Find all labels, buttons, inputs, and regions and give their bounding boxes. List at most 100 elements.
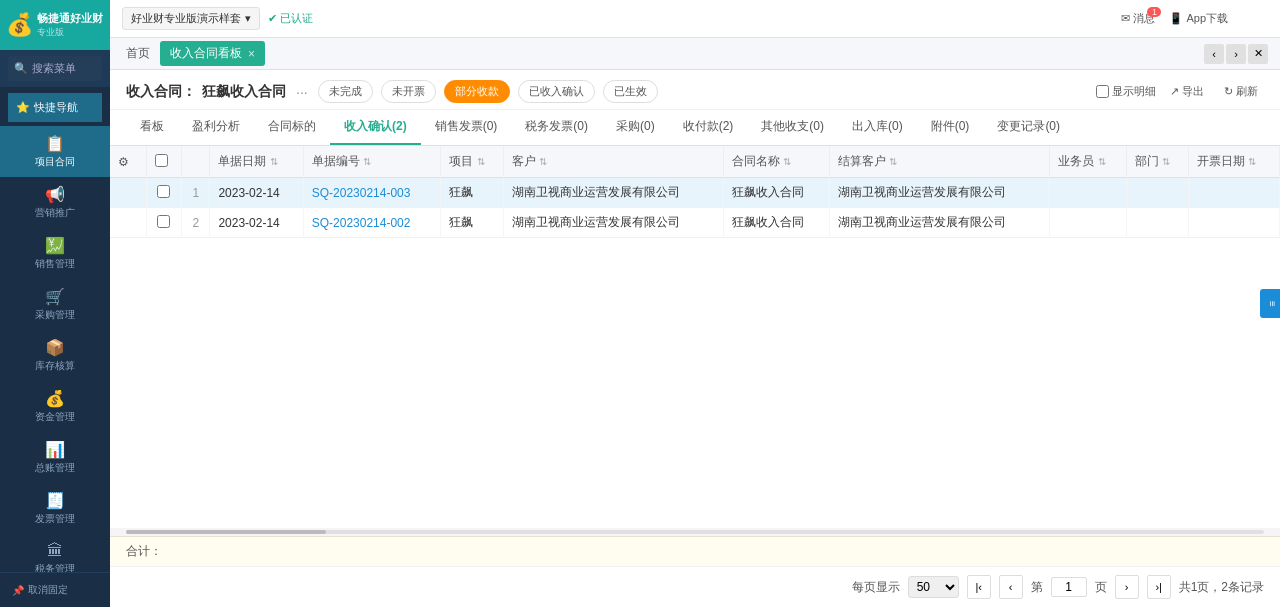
status-btn-1[interactable]: 未开票: [381, 80, 436, 103]
contract-sort-icon[interactable]: ⇅: [783, 156, 791, 167]
page-size-select[interactable]: 50 100 200: [908, 576, 959, 598]
more-button[interactable]: ···: [296, 84, 308, 100]
subtab-9[interactable]: 出入库(0): [838, 110, 917, 145]
settle-column-header: 结算客户 ⇅: [829, 146, 1049, 178]
row-num-cell: 2: [182, 208, 210, 238]
export-button[interactable]: ↗ 导出: [1164, 81, 1210, 102]
subtab-7[interactable]: 收付款(2): [669, 110, 748, 145]
quick-nav-button[interactable]: ⭐ 快捷导航: [8, 93, 102, 122]
date-sort-icon[interactable]: ⇅: [270, 156, 278, 167]
sidebar-icon-0: 📋: [45, 134, 65, 153]
sidebar-item-项目合同[interactable]: 📋项目合同: [0, 126, 110, 177]
project-cell: 狂飙: [441, 178, 503, 208]
billno-link-0[interactable]: SQ-20230214-003: [312, 186, 411, 200]
sidebar-item-发票管理[interactable]: 🧾 发票管理: [0, 483, 110, 534]
billno-sort-icon[interactable]: ⇅: [363, 156, 371, 167]
tab-close-all-button[interactable]: ✕: [1248, 44, 1268, 64]
select-all-checkbox[interactable]: [155, 154, 168, 167]
subtab-0[interactable]: 看板: [126, 110, 178, 145]
status-btn-0[interactable]: 未完成: [318, 80, 373, 103]
status-btn-3[interactable]: 已收入确认: [518, 80, 595, 103]
home-tab[interactable]: 首页: [122, 39, 154, 68]
checkbox-cell[interactable]: [146, 208, 182, 238]
settle-sort-icon[interactable]: ⇅: [889, 156, 897, 167]
sidebar-item-税务管理[interactable]: 🏛税务管理: [0, 534, 110, 572]
subtab-1[interactable]: 盈利分析: [178, 110, 254, 145]
main-area: 好业财专业版演示样套 ▾ ✔ 已认证 ✉ 消息 1 📱 App下载 珠珠: [110, 0, 1280, 607]
billno-cell: SQ-20230214-003: [303, 178, 441, 208]
billno-link-1[interactable]: SQ-20230214-002: [312, 216, 411, 230]
sidebar-item-采购管理[interactable]: 🛒采购管理: [0, 279, 110, 330]
prev-page-button[interactable]: ‹: [999, 575, 1023, 599]
customer-sort-icon[interactable]: ⇅: [539, 156, 547, 167]
row-num-cell: 1: [182, 178, 210, 208]
salesperson-sort-icon[interactable]: ⇅: [1098, 156, 1106, 167]
dept-cell: [1126, 208, 1188, 238]
sidebar-icon-4: 📦: [45, 338, 65, 357]
subtab-5[interactable]: 税务发票(0): [511, 110, 602, 145]
project-sort-icon[interactable]: ⇅: [477, 156, 485, 167]
subtab-3[interactable]: 收入确认(2): [330, 110, 421, 145]
last-page-button[interactable]: ›|: [1147, 575, 1171, 599]
page-header: 收入合同： 狂飙收入合同 ··· 未完成未开票部分收款已收入确认已生效 显示明细…: [110, 70, 1280, 110]
float-action-button[interactable]: ≡: [1260, 289, 1280, 319]
status-btn-2[interactable]: 部分收款: [444, 80, 510, 103]
row-checkbox-0[interactable]: [157, 185, 170, 198]
page-size-label: 每页显示: [852, 579, 900, 596]
sidebar-label-7: 发票管理: [35, 512, 75, 526]
subtab-10[interactable]: 附件(0): [917, 110, 984, 145]
sidebar-icon-7: 🧾: [45, 491, 65, 510]
sidebar-logo: 💰 畅捷通好业财 专业版: [0, 0, 110, 50]
show-detail-toggle[interactable]: 显示明细: [1096, 84, 1156, 99]
contract-cell: 狂飙收入合同: [724, 208, 830, 238]
sidebar-item-总账管理[interactable]: 📊总账管理: [0, 432, 110, 483]
sidebar-bottom: 📌 取消固定: [0, 572, 110, 607]
dept-sort-icon[interactable]: ⇅: [1162, 156, 1170, 167]
tab-close-button[interactable]: ×: [248, 47, 255, 61]
billno-cell: SQ-20230214-002: [303, 208, 441, 238]
horizontal-scrollbar[interactable]: [110, 528, 1280, 536]
user-avatar[interactable]: 珠珠: [1242, 6, 1268, 32]
subtab-6[interactable]: 采购(0): [602, 110, 669, 145]
date-cell: 2023-02-14: [210, 208, 303, 238]
status-btn-4[interactable]: 已生效: [603, 80, 658, 103]
show-detail-checkbox[interactable]: [1096, 85, 1109, 98]
sidebar-item-资金管理[interactable]: 💰资金管理: [0, 381, 110, 432]
message-button[interactable]: ✉ 消息 1: [1121, 11, 1155, 26]
sidebar-item-库存核算[interactable]: 📦库存核算: [0, 330, 110, 381]
sidebar-label-8: 税务管理: [35, 562, 75, 572]
row-checkbox-1[interactable]: [157, 215, 170, 228]
customer-cell: 湖南卫视商业运营发展有限公司: [503, 208, 723, 238]
subtab-2[interactable]: 合同标的: [254, 110, 330, 145]
certified-badge: ✔ 已认证: [268, 11, 313, 26]
sidebar-item-销售管理[interactable]: 💹销售管理: [0, 228, 110, 279]
app-download-button[interactable]: 📱 App下载: [1169, 11, 1228, 26]
active-tab[interactable]: 收入合同看板 ×: [160, 41, 265, 66]
header-right-actions: 显示明细 ↗ 导出 ↻ 刷新: [1096, 81, 1264, 102]
totals-label: 合计：: [126, 543, 162, 560]
tab-next-button[interactable]: ›: [1226, 44, 1246, 64]
table-row[interactable]: 2 2023-02-14 SQ-20230214-002 狂飙 湖南卫视商业运营…: [110, 208, 1280, 238]
sidebar-search-area: 🔍 搜索菜单: [0, 50, 110, 87]
gear-icon[interactable]: ⚙: [118, 155, 129, 169]
salesperson-cell: [1050, 208, 1127, 238]
total-label: 共1页，2条记录: [1179, 579, 1264, 596]
title-prefix: 收入合同：: [126, 83, 196, 101]
next-page-button[interactable]: ›: [1115, 575, 1139, 599]
first-page-button[interactable]: |‹: [967, 575, 991, 599]
subtab-8[interactable]: 其他收支(0): [747, 110, 838, 145]
refresh-button[interactable]: ↻ 刷新: [1218, 81, 1264, 102]
tab-prev-button[interactable]: ‹: [1204, 44, 1224, 64]
pin-button[interactable]: 📌 取消固定: [6, 579, 104, 601]
search-menu-button[interactable]: 🔍 搜索菜单: [8, 56, 102, 81]
invoice-date-sort-icon[interactable]: ⇅: [1248, 156, 1256, 167]
page-input[interactable]: [1051, 577, 1087, 597]
table-area: ⚙ 单据日期 ⇅ 单据编号 ⇅: [110, 146, 1280, 528]
table-row[interactable]: 1 2023-02-14 SQ-20230214-003 狂飙 湖南卫视商业运营…: [110, 178, 1280, 208]
subtab-11[interactable]: 变更记录(0): [983, 110, 1074, 145]
company-name: 好业财专业版演示样套: [131, 11, 241, 26]
sidebar-item-营销推广[interactable]: 📢营销推广: [0, 177, 110, 228]
subtab-4[interactable]: 销售发票(0): [421, 110, 512, 145]
company-selector[interactable]: 好业财专业版演示样套 ▾: [122, 7, 260, 30]
checkbox-cell[interactable]: [146, 178, 182, 208]
